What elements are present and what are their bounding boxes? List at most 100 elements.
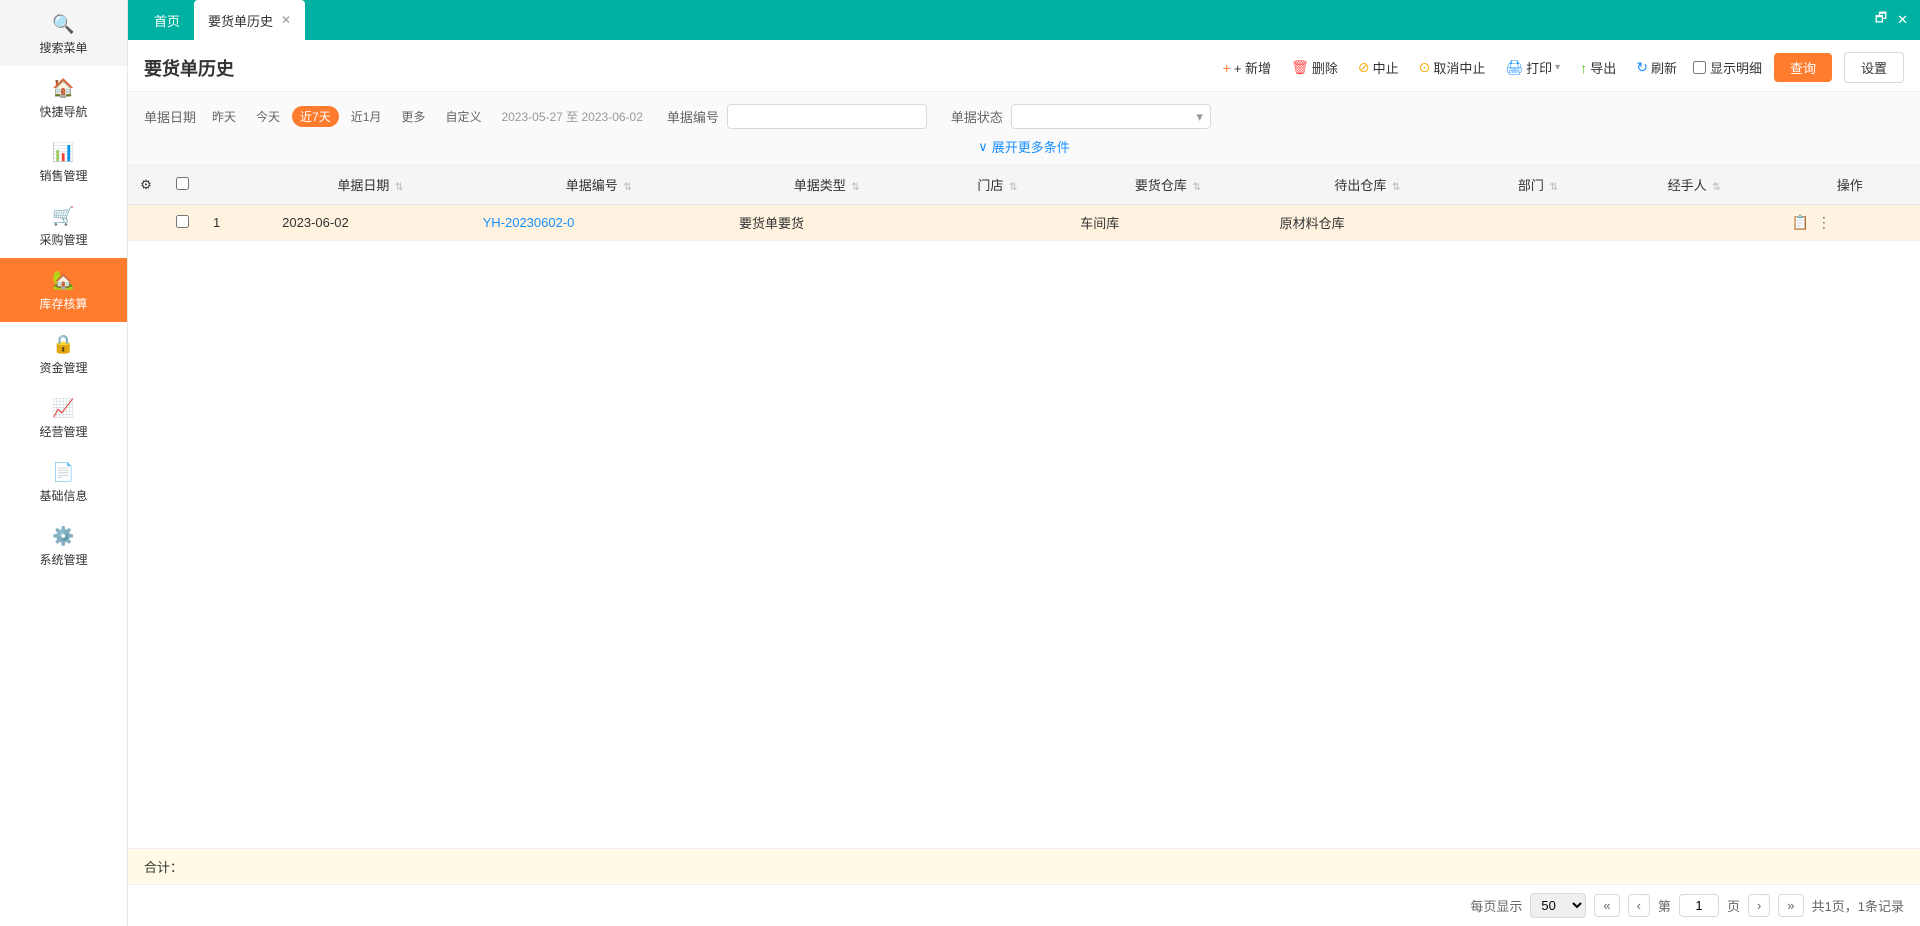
topbar-close-btn[interactable]: ✕ [1897, 12, 1908, 28]
col-department[interactable]: 部门 ⇅ [1467, 165, 1609, 205]
operation-icon: 📈 [52, 398, 74, 419]
req-warehouse-sort-icon: ⇅ [1193, 182, 1201, 193]
print-label: 打印 [1526, 58, 1552, 77]
last-page-btn[interactable]: » [1778, 894, 1803, 917]
new-button[interactable]: + + 新增 [1219, 56, 1275, 79]
print-icon: 🖨 [1505, 59, 1523, 76]
row-edit-icon[interactable]: 📋 [1791, 214, 1808, 231]
footer-total: 合计： [144, 857, 183, 876]
total-text: 共1页，1条记录 [1812, 896, 1904, 915]
stop-label: 中止 [1373, 58, 1399, 77]
settings-button[interactable]: 设置 [1844, 52, 1904, 83]
row-number[interactable]: YH-20230602-0 [471, 205, 727, 241]
row-pending-warehouse: 原材料仓库 [1268, 205, 1467, 241]
tab-requisition-label: 要货单历史 [208, 11, 273, 30]
date-filter-label: 单据日期 [144, 107, 196, 126]
sidebar-item-label: 搜索菜单 [39, 39, 87, 56]
sidebar-item-purchase[interactable]: 🛒 采购管理 [0, 194, 127, 258]
row-date: 2023-06-02 [270, 205, 470, 241]
col-req-warehouse[interactable]: 要货仓库 ⇅ [1068, 165, 1267, 205]
number-sort-icon: ⇅ [623, 182, 631, 193]
doc-number-input[interactable] [727, 104, 927, 129]
col-date[interactable]: 单据日期 ⇅ [270, 165, 470, 205]
expand-label: 展开更多条件 [992, 137, 1070, 156]
new-label: + 新增 [1234, 58, 1271, 77]
doc-number-filter-group: 单据编号 [667, 104, 927, 129]
next-page-btn[interactable]: › [1748, 894, 1770, 917]
sidebar-item-system[interactable]: ⚙️ 系统管理 [0, 514, 127, 578]
tab-close-icon[interactable]: ✕ [281, 13, 291, 27]
row-more-icon[interactable]: ⋮ [1817, 214, 1831, 231]
stop-button[interactable]: ⊘ 中止 [1354, 56, 1403, 79]
sidebar-item-inventory[interactable]: 🏡 库存核算 [0, 258, 127, 322]
sidebar-item-label: 采购管理 [39, 231, 87, 248]
row-handler [1609, 205, 1780, 241]
sidebar-item-label: 资金管理 [39, 359, 87, 376]
row-req-warehouse: 车间库 [1068, 205, 1267, 241]
page-title: 要货单历史 [144, 55, 1219, 81]
toolbar: + + 新增 🗑 删除 ⊘ 中止 ⊙ 取消中止 🖨 打印 [1219, 52, 1904, 83]
refresh-button[interactable]: ↻ 刷新 [1632, 56, 1681, 79]
expand-chevron-icon: ∨ [978, 139, 988, 155]
house-icon: 🏡 [52, 270, 74, 291]
sidebar-item-label: 基础信息 [39, 487, 87, 504]
date-range-text: 2023-05-27 至 2023-06-02 [501, 108, 642, 125]
sidebar-item-sales[interactable]: 📊 销售管理 [0, 130, 127, 194]
tab-requisition-history[interactable]: 要货单历史 ✕ [194, 0, 305, 40]
sidebar-item-basic[interactable]: 📄 基础信息 [0, 450, 127, 514]
store-sort-icon: ⇅ [1009, 182, 1017, 193]
main-area: 首页 要货单历史 ✕ 🗗 ✕ 要货单历史 + + 新增 🗑 删除 [128, 0, 1920, 926]
sidebar-item-shortcut[interactable]: 🏠 快捷导航 [0, 66, 127, 130]
date-option-yesterday[interactable]: 昨天 [204, 106, 244, 127]
refresh-icon: ↻ [1636, 59, 1648, 76]
cancel-stop-button[interactable]: ⊙ 取消中止 [1415, 56, 1490, 79]
page-header: 要货单历史 + + 新增 🗑 删除 ⊘ 中止 ⊙ 取消中止 [128, 40, 1920, 92]
export-label: 导出 [1590, 58, 1616, 77]
delete-icon: 🗑 [1291, 59, 1309, 76]
row-action: 📋 ⋮ [1779, 205, 1920, 241]
show-detail-checkbox[interactable]: 显示明细 [1693, 58, 1762, 77]
show-detail-input[interactable] [1693, 61, 1706, 74]
handler-sort-icon: ⇅ [1712, 182, 1720, 193]
topbar: 首页 要货单历史 ✕ 🗗 ✕ [128, 0, 1920, 40]
print-button[interactable]: 🖨 打印 ▾ [1501, 56, 1564, 79]
status-label: 单据状态 [951, 107, 1003, 126]
table-header-row: ⚙ 单据日期 ⇅ 单据编号 ⇅ [128, 165, 1920, 205]
row-type: 要货单要货 [727, 205, 926, 241]
date-option-more[interactable]: 更多 [393, 106, 433, 127]
page-input[interactable] [1679, 894, 1719, 917]
sidebar-item-finance[interactable]: 🔒 资金管理 [0, 322, 127, 386]
topbar-restore-btn[interactable]: 🗗 [1875, 9, 1887, 31]
prev-page-btn[interactable]: ‹ [1628, 894, 1650, 917]
query-button[interactable]: 查询 [1774, 53, 1832, 82]
page-size-select[interactable]: 50 100 200 [1530, 893, 1586, 918]
gear-icon: ⚙️ [52, 526, 74, 547]
tab-home[interactable]: 首页 [140, 0, 194, 40]
col-store[interactable]: 门店 ⇅ [926, 165, 1068, 205]
date-option-last1month[interactable]: 近1月 [343, 106, 390, 127]
date-option-custom[interactable]: 自定义 [437, 106, 489, 127]
col-number[interactable]: 单据编号 ⇅ [471, 165, 727, 205]
date-option-last7days[interactable]: 近7天 [292, 106, 339, 127]
sidebar-item-search[interactable]: 🔍 搜索菜单 [0, 0, 127, 66]
per-page-label: 每页显示 [1470, 896, 1522, 915]
date-option-today[interactable]: 今天 [248, 106, 288, 127]
row-checkbox[interactable] [164, 205, 201, 241]
sidebar-item-operation[interactable]: 📈 经营管理 [0, 386, 127, 450]
show-detail-label: 显示明细 [1710, 58, 1762, 77]
select-all-checkbox[interactable] [176, 177, 189, 190]
cancel-icon: ⊙ [1419, 59, 1431, 76]
expand-button[interactable]: ∨ 展开更多条件 [978, 137, 1070, 156]
delete-button[interactable]: 🗑 删除 [1287, 56, 1342, 79]
pending-warehouse-sort-icon: ⇅ [1392, 182, 1400, 193]
row-settings [128, 205, 164, 241]
status-select[interactable] [1011, 104, 1211, 129]
col-handler[interactable]: 经手人 ⇅ [1609, 165, 1780, 205]
export-button[interactable]: ↑ 导出 [1576, 56, 1620, 79]
first-page-btn[interactable]: « [1594, 894, 1619, 917]
col-pending-warehouse[interactable]: 待出仓库 ⇅ [1268, 165, 1467, 205]
row-store [926, 205, 1068, 241]
col-settings[interactable]: ⚙ [128, 165, 164, 205]
col-type[interactable]: 单据类型 ⇅ [727, 165, 926, 205]
print-dropdown-icon[interactable]: ▾ [1555, 62, 1560, 73]
